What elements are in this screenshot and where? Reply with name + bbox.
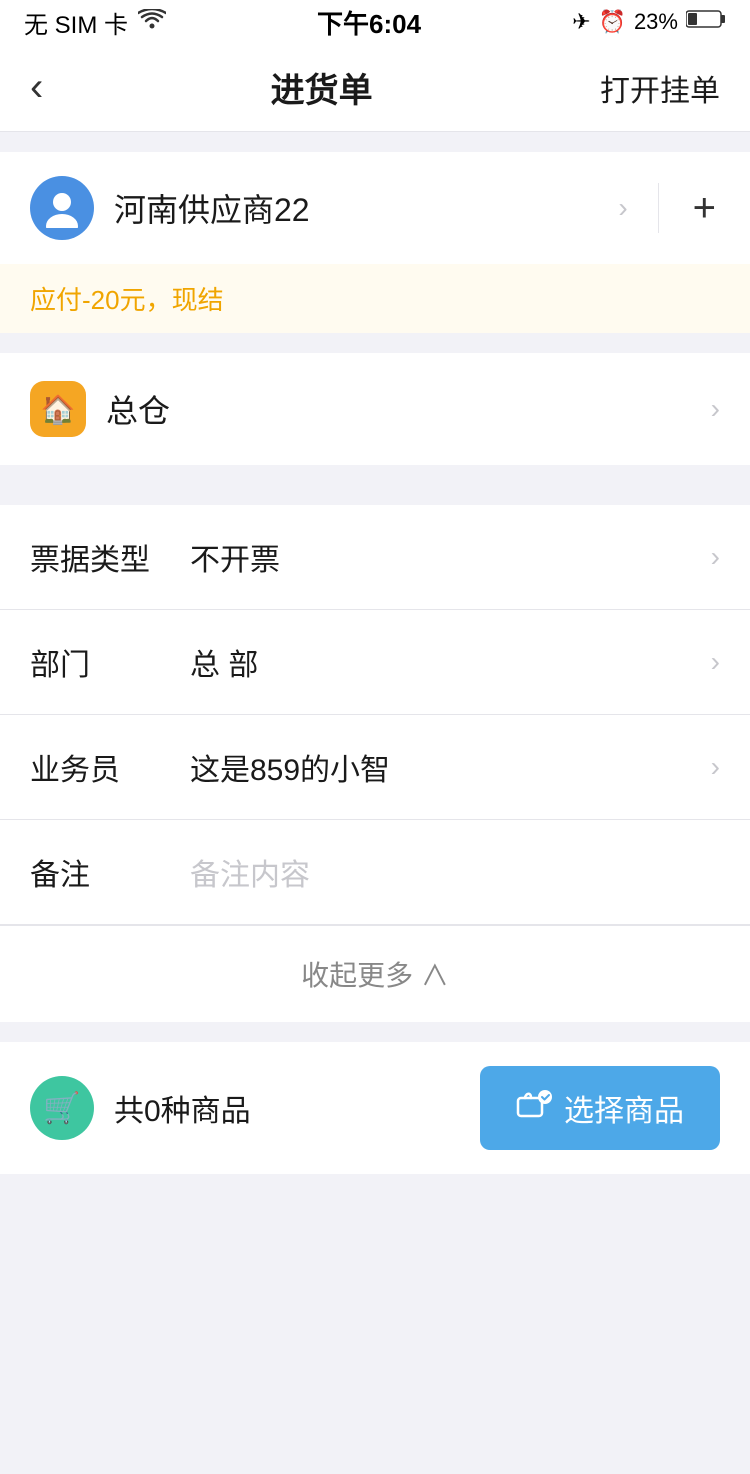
warehouse-icon: 🏠: [30, 381, 86, 437]
field-value-salesperson: 这是859的小智: [170, 745, 711, 789]
field-value-invoice: 不开票: [170, 535, 711, 579]
cart-icon-wrap: 🛒: [30, 1076, 94, 1140]
field-key-department: 部门: [30, 640, 170, 684]
collapse-button[interactable]: 收起更多 ∧: [0, 925, 750, 1022]
field-placeholder-remark[interactable]: 备注内容: [170, 850, 720, 894]
status-bar: 无 SIM 卡 下午6:04 ✈ ⏰ 23%: [0, 0, 750, 44]
battery-text: 23%: [634, 9, 678, 35]
warehouse-section: 🏠 总仓 ›: [0, 353, 750, 465]
wifi-icon: [138, 8, 166, 36]
field-row-invoice[interactable]: 票据类型 不开票 ›: [0, 505, 750, 610]
field-key-salesperson: 业务员: [30, 745, 170, 789]
supplier-section: 河南供应商22 › + 应付-20元，现结: [0, 152, 750, 333]
vertical-divider: [658, 183, 659, 233]
section-gap-2: [0, 333, 750, 353]
product-count-label: 共0种商品: [114, 1086, 480, 1130]
salesperson-chevron-icon: ›: [711, 751, 720, 783]
status-right: ✈ ⏰ 23%: [572, 9, 726, 35]
supplier-avatar: [30, 176, 94, 240]
select-product-button[interactable]: 选择商品: [480, 1066, 720, 1150]
warehouse-label: 总仓: [106, 386, 711, 432]
open-pending-button[interactable]: 打开挂单: [600, 66, 720, 110]
field-row-department[interactable]: 部门 总 部 ›: [0, 610, 750, 715]
field-key-invoice: 票据类型: [30, 535, 170, 579]
page-title: 进货单: [271, 63, 373, 112]
nav-bar: ‹ 进货单 打开挂单: [0, 44, 750, 132]
warehouse-chevron-icon: ›: [711, 393, 720, 425]
battery-icon: [686, 9, 726, 35]
fields-section: 票据类型 不开票 › 部门 总 部 › 业务员 这是859的小智 › 备注 备注…: [0, 505, 750, 1022]
supplier-chevron-icon: ›: [618, 192, 627, 224]
supplier-name: 河南供应商22: [114, 185, 618, 231]
select-product-icon: [516, 1090, 552, 1127]
collapse-label: 收起更多 ∧: [301, 960, 449, 991]
field-key-remark: 备注: [30, 850, 170, 894]
status-time: 下午6:04: [317, 4, 421, 41]
field-row-remark[interactable]: 备注 备注内容: [0, 820, 750, 925]
page-background: [0, 1174, 750, 1474]
notice-banner: 应付-20元，现结: [0, 264, 750, 333]
house-icon: 🏠: [41, 393, 76, 426]
cart-icon: 🛒: [43, 1091, 80, 1126]
select-product-label: 选择商品: [564, 1086, 684, 1130]
back-button[interactable]: ‹: [30, 65, 43, 110]
field-row-salesperson[interactable]: 业务员 这是859的小智 ›: [0, 715, 750, 820]
field-value-department: 总 部: [170, 640, 711, 684]
warehouse-row[interactable]: 🏠 总仓 ›: [0, 353, 750, 465]
department-chevron-icon: ›: [711, 646, 720, 678]
carrier-text: 无 SIM 卡: [24, 5, 128, 40]
supplier-row[interactable]: 河南供应商22 › +: [0, 152, 750, 264]
status-left: 无 SIM 卡: [24, 5, 166, 40]
section-gap-3: [0, 465, 750, 485]
invoice-chevron-icon: ›: [711, 541, 720, 573]
section-gap-1: [0, 132, 750, 152]
alarm-icon: ⏰: [599, 9, 626, 35]
location-icon: ✈: [572, 9, 590, 35]
bottom-bar: 🛒 共0种商品 选择商品: [0, 1042, 750, 1174]
add-button[interactable]: +: [689, 186, 720, 231]
notice-text: 应付-20元，现结: [30, 285, 224, 315]
